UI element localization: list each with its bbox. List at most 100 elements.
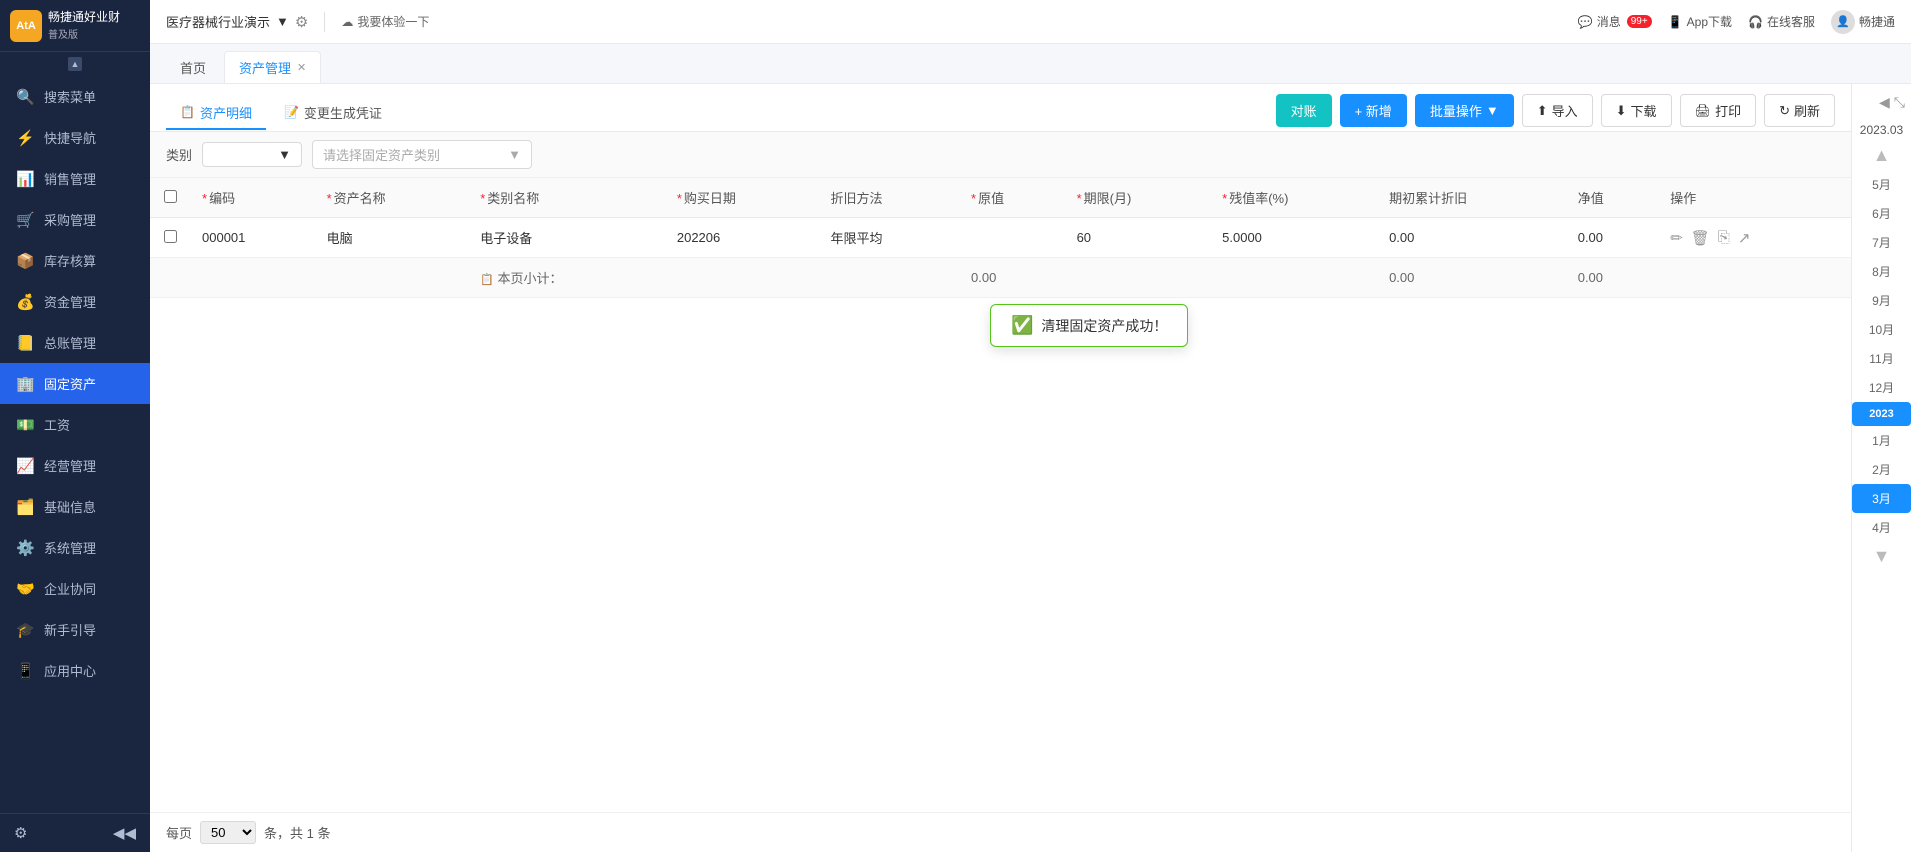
batch-button[interactable]: 批量操作 ▼ — [1415, 94, 1514, 127]
cell-period-0: 60 — [1065, 218, 1211, 258]
user-menu[interactable]: 👤 畅捷通 — [1831, 10, 1895, 34]
sidebar-label-operations: 经营管理 — [44, 456, 96, 475]
export-button[interactable]: ⬆ 导入 — [1522, 94, 1593, 127]
month-item-5[interactable]: 5月 — [1852, 170, 1911, 199]
print-button[interactable]: 🖨 打印 — [1680, 94, 1757, 127]
sub-tabs: 📋 资产明细 📝 变更生成凭证 对账 + 新增 批量操作 — [150, 84, 1851, 132]
sub-tab-asset-detail[interactable]: 📋 资产明细 — [166, 97, 266, 130]
pagination: 每页 102050100 条，共 1 条 — [150, 812, 1851, 852]
category-placeholder: 请选择固定资产类别 — [323, 145, 440, 164]
base-info-icon: 🗂️ — [16, 498, 34, 516]
company-dropdown-icon: ▼ — [276, 14, 289, 29]
month-item-4[interactable]: 4月 — [1852, 513, 1911, 542]
sidebar-item-fixed-assets[interactable]: 🏢固定资产 — [0, 363, 150, 404]
month-item-1[interactable]: 1月 — [1852, 426, 1911, 455]
export-icon: ⬆ — [1537, 103, 1548, 119]
settings-icon[interactable]: ⚙ — [14, 824, 27, 842]
collapse-icon[interactable]: ◀◀ — [113, 824, 136, 842]
month-item-12[interactable]: 12月 — [1852, 373, 1911, 402]
sidebar-item-finance[interactable]: 💰资金管理 — [0, 281, 150, 322]
sidebar-item-base-info[interactable]: 🗂️基础信息 — [0, 486, 150, 527]
tab-close-icon[interactable]: ✕ — [297, 61, 306, 74]
sidebar-label-inventory: 库存核算 — [44, 251, 96, 270]
sidebar-scroll-up[interactable]: ▲ — [68, 57, 82, 71]
month-item-9[interactable]: 9月 — [1852, 286, 1911, 315]
inventory-icon: 📦 — [16, 252, 34, 270]
app-download-button[interactable]: 📱 App下载 — [1668, 13, 1732, 30]
month-item-3[interactable]: 3月 — [1852, 484, 1911, 513]
right-panel: ◀ ⤡ 2023.03 ▲ 5月6月7月8月9月10月11月12月20231月2… — [1851, 84, 1911, 852]
delete-btn-0[interactable]: 🗑 — [1691, 229, 1710, 247]
sidebar-item-quick-nav[interactable]: ⚡快捷导航 — [0, 117, 150, 158]
reconcile-button[interactable]: 对账 — [1276, 94, 1332, 127]
panel-expand-icon[interactable]: ⤡ — [1894, 94, 1905, 111]
edit-btn-0[interactable]: ✏ — [1670, 229, 1683, 247]
sidebar-item-app-center[interactable]: 📱应用中心 — [0, 650, 150, 691]
batch-label: 批量操作 — [1430, 101, 1482, 120]
panel-collapse-icon[interactable]: ◀ — [1879, 94, 1890, 111]
sidebar-item-inventory[interactable]: 📦 库存核算 — [0, 240, 150, 281]
cell-purchase-date-0: 202206 — [665, 218, 819, 258]
panel-next-icon[interactable]: ▼ — [1869, 542, 1895, 571]
col-name: *资产名称 — [315, 178, 469, 218]
refresh-label: 刷新 — [1794, 101, 1820, 120]
app-download-label: App下载 — [1687, 13, 1732, 30]
guide-icon: 🎓 — [16, 621, 34, 639]
month-item-10[interactable]: 10月 — [1852, 315, 1911, 344]
sidebar-item-purchase[interactable]: 🛒采购管理 — [0, 199, 150, 240]
col-residual-rate: *残值率(%) — [1210, 178, 1377, 218]
month-item-2[interactable]: 2月 — [1852, 455, 1911, 484]
sidebar-item-operations[interactable]: 📈经营管理 — [0, 445, 150, 486]
category-type-select[interactable]: ▼ — [202, 142, 302, 167]
per-page-select[interactable]: 102050100 — [200, 821, 256, 844]
sidebar-label-sales: 销售管理 — [44, 169, 96, 188]
sidebar-item-system[interactable]: ⚙️系统管理 — [0, 527, 150, 568]
filter-row: 类别 ▼ 请选择固定资产类别 ▼ — [150, 132, 1851, 178]
tab-asset-label: 资产管理 — [239, 58, 291, 77]
month-item-7[interactable]: 7月 — [1852, 228, 1911, 257]
company-selector[interactable]: 医疗器械行业演示 ▼ ⚙ — [166, 12, 308, 31]
sidebar-label-ledger: 总账管理 — [44, 333, 96, 352]
new-button[interactable]: + 新增 — [1340, 94, 1407, 127]
month-item-6[interactable]: 6月 — [1852, 199, 1911, 228]
month-item-11[interactable]: 11月 — [1852, 344, 1911, 373]
purchase-icon: 🛒 — [16, 211, 34, 229]
sidebar-item-guide[interactable]: 🎓新手引导 — [0, 609, 150, 650]
copy-btn-0[interactable]: ⎘ — [1718, 229, 1730, 246]
print-icon: 🖨 — [1695, 103, 1712, 119]
category-input[interactable]: 请选择固定资产类别 ▼ — [312, 140, 532, 169]
sidebar-label-cooperation: 企业协同 — [44, 579, 96, 598]
topbar-right: 💬 消息 99+ 📱 App下载 🎧 在线客服 👤 畅捷通 — [1578, 10, 1895, 34]
cooperation-icon: 🤝 — [16, 580, 34, 598]
tab-asset-management[interactable]: 资产管理 ✕ — [224, 51, 321, 83]
online-service-button[interactable]: 🎧 在线客服 — [1748, 13, 1815, 30]
message-button[interactable]: 💬 消息 99+ — [1578, 13, 1652, 30]
cell-original-0 — [959, 218, 1065, 258]
month-item-2023[interactable]: 2023 — [1852, 402, 1911, 426]
col-category: *类别名称 — [468, 178, 665, 218]
download-button[interactable]: ⬇ 下载 — [1601, 94, 1672, 127]
refresh-button[interactable]: ↻ 刷新 — [1764, 94, 1835, 127]
sidebar-item-cooperation[interactable]: 🤝 企业协同 — [0, 568, 150, 609]
app-title: 畅捷通好业财 — [48, 10, 120, 26]
panel-prev-icon[interactable]: ▲ — [1869, 141, 1895, 170]
sidebar-item-sales[interactable]: 📊销售管理 — [0, 158, 150, 199]
more-btn-0[interactable]: ↗ — [1738, 229, 1751, 247]
month-item-8[interactable]: 8月 — [1852, 257, 1911, 286]
settings-gear-icon[interactable]: ⚙ — [295, 13, 308, 31]
experience-button[interactable]: ☁ 我要体验一下 — [341, 13, 429, 30]
sidebar-item-search[interactable]: 🔍搜索菜单 — [0, 76, 150, 117]
topbar: 医疗器械行业演示 ▼ ⚙ ☁ 我要体验一下 💬 消息 99+ 📱 App下载 🎧… — [150, 0, 1911, 44]
tab-home[interactable]: 首页 — [166, 51, 220, 83]
sub-tab-voucher[interactable]: 📝 变更生成凭证 — [270, 97, 396, 130]
new-label: + 新增 — [1355, 101, 1392, 120]
row-checkbox-0[interactable] — [164, 230, 177, 243]
message-badge: 99+ — [1627, 15, 1652, 28]
sidebar-item-ledger[interactable]: 📒总账管理 — [0, 322, 150, 363]
finance-icon: 💰 — [16, 293, 34, 311]
sidebar-item-payroll[interactable]: 💵工资 — [0, 404, 150, 445]
col-actions: 操作 — [1658, 178, 1851, 218]
content-area: 📋 资产明细 📝 变更生成凭证 对账 + 新增 批量操作 — [150, 84, 1911, 852]
col-purchase-date: *购买日期 — [665, 178, 819, 218]
select-all-checkbox[interactable] — [164, 190, 177, 203]
